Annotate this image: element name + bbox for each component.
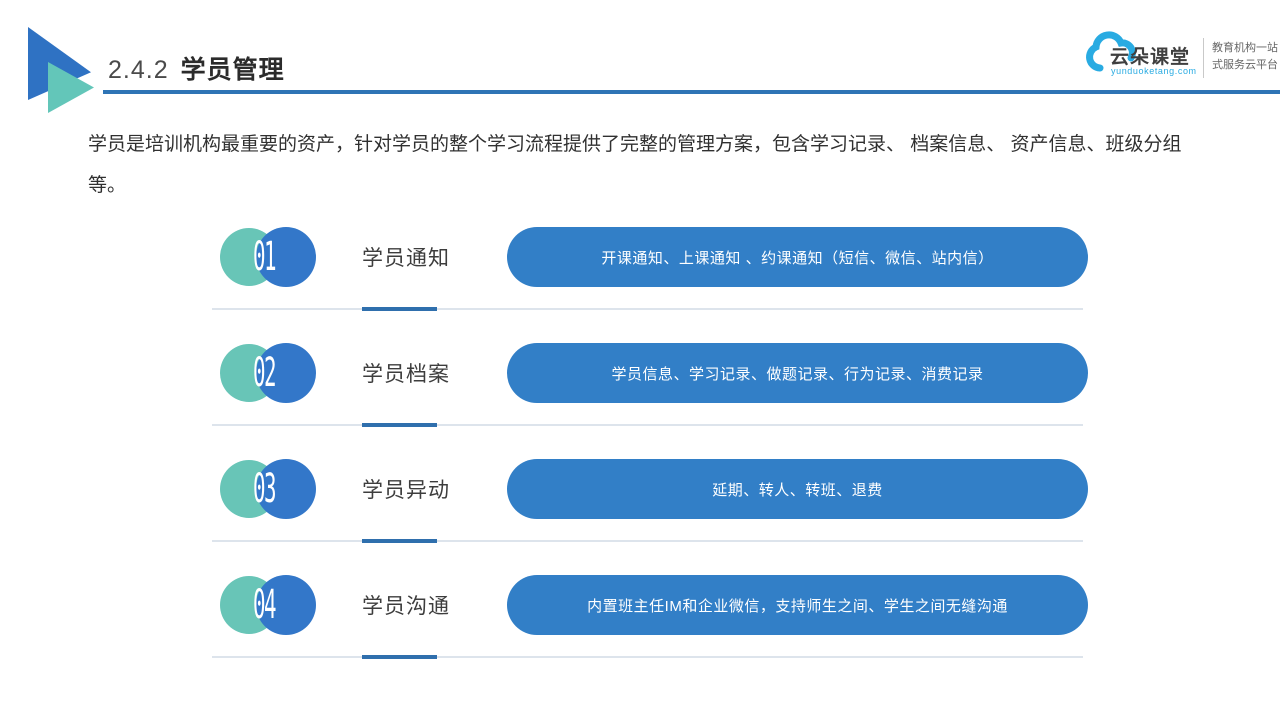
- row-divider: [212, 424, 1083, 426]
- feature-list: 01 学员通知 开课通知、上课通知 、约课通知（短信、微信、站内信） 02 学员…: [210, 220, 1088, 684]
- brand-name: 云朵课堂: [1110, 42, 1190, 69]
- list-item-student-archive: 02 学员档案 学员信息、学习记录、做题记录、行为记录、消费记录: [210, 336, 1088, 452]
- list-item-student-change: 03 学员异动 延期、转人、转班、退费: [210, 452, 1088, 568]
- intro-paragraph: 学员是培训机构最重要的资产，针对学员的整个学习流程提供了完整的管理方案，包含学习…: [88, 124, 1216, 206]
- row-label: 学员档案: [328, 336, 484, 410]
- brand-logo: 云朵课堂 yunduoketang.com 教育机构一站 式服务云平台: [1085, 28, 1280, 88]
- row-label: 学员通知: [328, 220, 484, 294]
- list-item-student-communication: 04 学员沟通 内置班主任IM和企业微信，支持师生之间、学生之间无缝沟通: [210, 568, 1088, 684]
- section-number: 2.4.2: [108, 56, 169, 84]
- row-label: 学员异动: [328, 452, 484, 526]
- row-description-pill: 内置班主任IM和企业微信，支持师生之间、学生之间无缝沟通: [507, 575, 1088, 635]
- row-divider: [212, 540, 1083, 542]
- section-title: 学员管理: [181, 56, 285, 84]
- row-divider: [212, 656, 1083, 658]
- row-description-pill: 学员信息、学习记录、做题记录、行为记录、消费记录: [507, 343, 1088, 403]
- row-label: 学员沟通: [328, 568, 484, 642]
- row-description-pill: 开课通知、上课通知 、约课通知（短信、微信、站内信）: [507, 227, 1088, 287]
- row-divider-accent: [362, 307, 437, 311]
- brand-tagline-line1: 教育机构一站: [1212, 40, 1278, 57]
- list-item-student-notice: 01 学员通知 开课通知、上课通知 、约课通知（短信、微信、站内信）: [210, 220, 1088, 336]
- row-divider-accent: [362, 655, 437, 659]
- row-number: 01: [249, 228, 278, 286]
- row-description-pill: 延期、转人、转班、退费: [507, 459, 1088, 519]
- brand-tagline-line2: 式服务云平台: [1212, 57, 1278, 74]
- row-divider-accent: [362, 539, 437, 543]
- row-number: 03: [249, 460, 278, 518]
- row-number: 04: [249, 576, 278, 634]
- logo-divider: [1203, 38, 1204, 78]
- slide-student-management: { "header": { "section_number": "2.4.2",…: [0, 0, 1280, 720]
- row-number: 02: [249, 344, 278, 402]
- brand-domain: yunduoketang.com: [1111, 66, 1197, 76]
- page-title: 2.4.2 学员管理: [108, 54, 285, 86]
- row-divider: [212, 308, 1083, 310]
- row-divider-accent: [362, 423, 437, 427]
- title-underline: [103, 90, 1280, 94]
- brand-tagline: 教育机构一站 式服务云平台: [1212, 40, 1278, 74]
